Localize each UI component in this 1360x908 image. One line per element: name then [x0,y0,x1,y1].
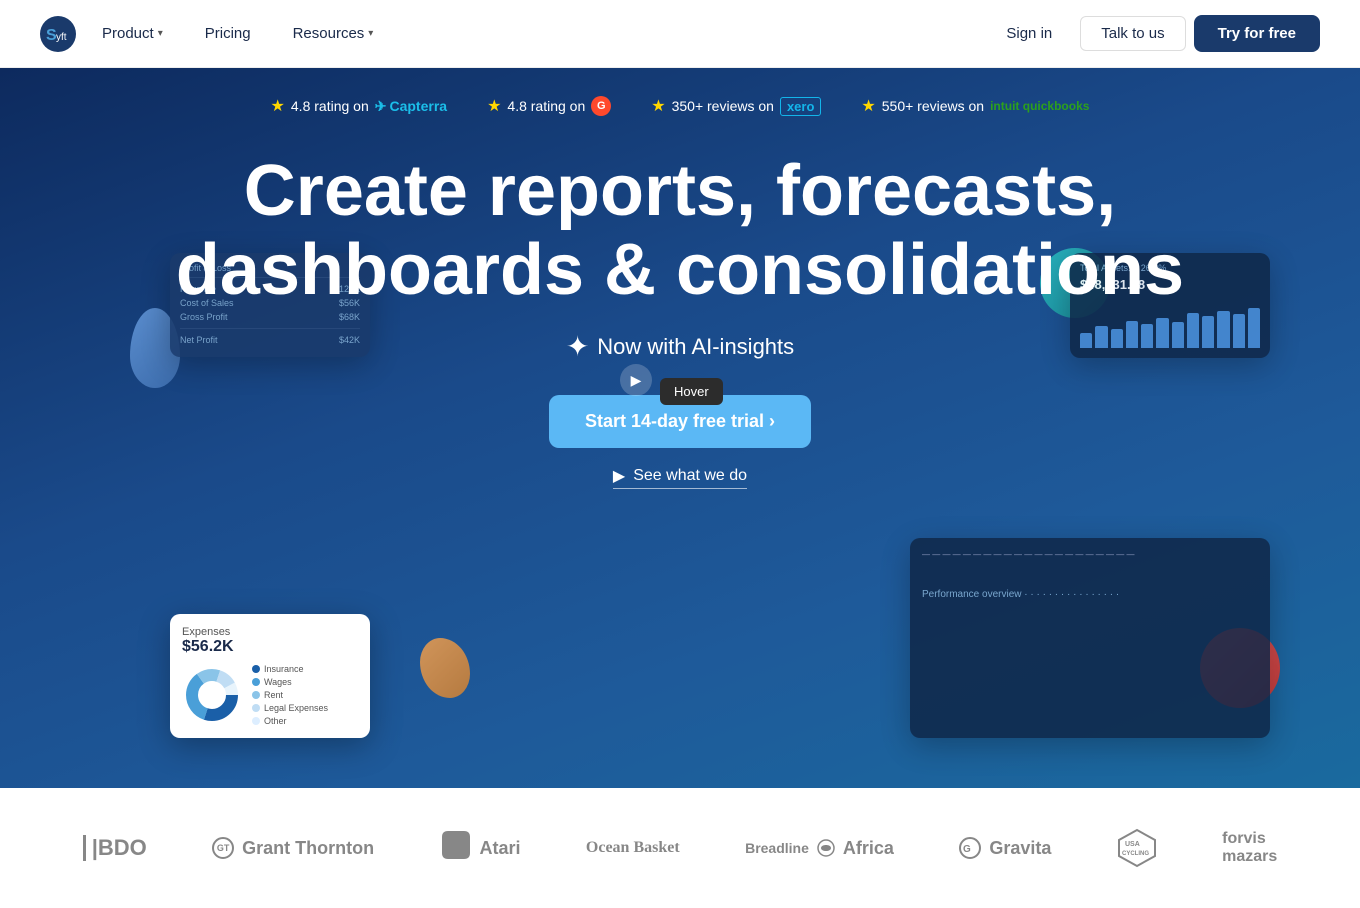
g2-score: 4.8 rating on [507,98,585,114]
atari-text [440,829,472,868]
chart-text: Performance overview · · · · · · · · · ·… [922,589,1258,600]
svg-text:USA: USA [1125,841,1140,848]
see-what-label: See what we do [633,467,747,485]
gt-text: Grant Thornton [242,838,374,859]
hero-ai-label: ✦ Now with AI-insights [176,330,1184,363]
donut-chart [182,665,242,725]
expenses-donut: Insurance Wages Rent Legal Expenses Othe… [182,664,358,726]
logo-bdo: |BDO [83,835,147,861]
expenses-legend: Insurance Wages Rent Legal Expenses Othe… [252,664,328,726]
svg-text:CYCLING: CYCLING [1122,851,1149,857]
legend-dot [252,704,260,712]
signin-link[interactable]: Sign in [986,17,1072,50]
see-what-link[interactable]: ▶ See what we do [613,466,747,489]
logo[interactable]: S yft [40,16,76,52]
deco-orange [420,638,470,698]
expenses-title: Expenses [182,626,358,638]
resources-chevron-icon: ▾ [368,28,373,39]
legend-item: Insurance [252,664,328,674]
chart-label: — — — — — — — — — — — — — — — — — — — — … [922,550,1258,559]
legend-item: Legal Expenses [252,703,328,713]
logos-strip: |BDO GT Grant Thornton Atari Ocean Baske… [0,788,1360,908]
nav-product-label: Product [102,25,154,42]
xero-logo: xero [780,97,821,116]
star-icon: ★ [651,96,665,116]
hero-headline: Create reports, forecasts, dashboards & … [176,152,1184,310]
expenses-amount: $56.2K [182,638,358,656]
capterra-score: 4.8 rating on [291,98,369,114]
nav-product[interactable]: Product ▾ [86,17,179,50]
sparkle-icon: ✦ [566,330,589,363]
bar [1233,314,1245,348]
legend-dot [252,717,260,725]
nav-right: Sign in Talk to us Try for free [986,15,1320,52]
gt-circle: GT [212,837,234,859]
legend-item: Other [252,716,328,726]
svg-text:yft: yft [56,32,67,43]
widget-expenses: Expenses $56.2K Insurance Wages [170,614,370,738]
star-icon: ★ [271,96,285,116]
nav-pricing-label: Pricing [205,25,251,42]
hero-cta: Start 14-day free trial › ▶ See what we … [549,395,811,489]
star-icon: ★ [861,96,875,116]
legend-dot [252,691,260,699]
capterra-logo: ✈ Capterra [375,98,447,115]
legend-dot [252,665,260,673]
qb-score: 550+ reviews on [882,98,984,114]
breadline-icon [817,839,835,857]
breadline-africa: Africa [843,838,894,859]
xero-score: 350+ reviews on [672,98,774,114]
logo-forvis-mazars: forvismazars [1222,830,1277,866]
try-button[interactable]: Try for free [1194,15,1320,52]
headline-line2: dashboards & consolidations [176,230,1184,310]
breadline-text: Breadline [745,840,809,856]
logo-atari: Atari [440,829,521,868]
gravita-icon: G [959,837,981,859]
ocean-text: Ocean Basket [586,839,680,857]
hero-text: Create reports, forecasts, dashboards & … [136,116,1224,395]
hero-section: ★ 4.8 rating on ✈ Capterra ★ 4.8 rating … [0,68,1360,788]
navbar: S yft Product ▾ Pricing Resources ▾ Sign… [0,0,1360,68]
bar [1248,308,1260,348]
quickbooks-logo: intuit quickbooks [990,99,1089,113]
legend-item: Rent [252,690,328,700]
rating-xero: ★ 350+ reviews on xero [651,96,821,116]
headline-line1: Create reports, forecasts, [244,151,1116,231]
talk-button[interactable]: Talk to us [1080,16,1185,51]
ratings-bar: ★ 4.8 rating on ✈ Capterra ★ 4.8 rating … [271,68,1090,116]
g2-logo: G [591,96,611,116]
rating-quickbooks: ★ 550+ reviews on intuit quickbooks [861,96,1089,116]
rating-capterra: ★ 4.8 rating on ✈ Capterra [271,96,448,116]
product-chevron-icon: ▾ [158,28,163,39]
gravita-text: Gravita [989,838,1051,859]
cta-label: Start 14-day free trial › [585,411,775,432]
ai-label-text: Now with AI-insights [597,334,794,360]
nav-pricing[interactable]: Pricing [189,17,267,50]
rating-g2: ★ 4.8 rating on G [487,96,611,116]
logo-ocean-basket: Ocean Basket [586,839,680,857]
usac-emblem: USA CYCLING [1117,828,1157,868]
nav-resources[interactable]: Resources ▾ [277,17,390,50]
svg-text:G: G [963,844,971,855]
logo-gravita: G Gravita [959,837,1051,859]
legend-dot [252,678,260,686]
atari-icon [440,829,472,861]
legend-item: Wages [252,677,328,687]
video-icon: ▶ [613,466,625,486]
bdo-text: |BDO [83,835,147,861]
logo-grant-thornton: GT Grant Thornton [212,837,374,859]
hover-tooltip: Hover [660,378,723,405]
star-icon: ★ [487,96,501,116]
nav-resources-label: Resources [293,25,365,42]
play-button[interactable]: ▶ [620,364,652,396]
nav-left: S yft Product ▾ Pricing Resources ▾ [40,16,389,52]
forvis-text: forvismazars [1222,830,1277,866]
atari-label: Atari [480,838,521,859]
logo-usa-cycling: USA CYCLING [1117,828,1157,868]
logo-breadline: Breadline Africa [745,838,894,859]
widget-chart-right: — — — — — — — — — — — — — — — — — — — — … [910,538,1270,738]
